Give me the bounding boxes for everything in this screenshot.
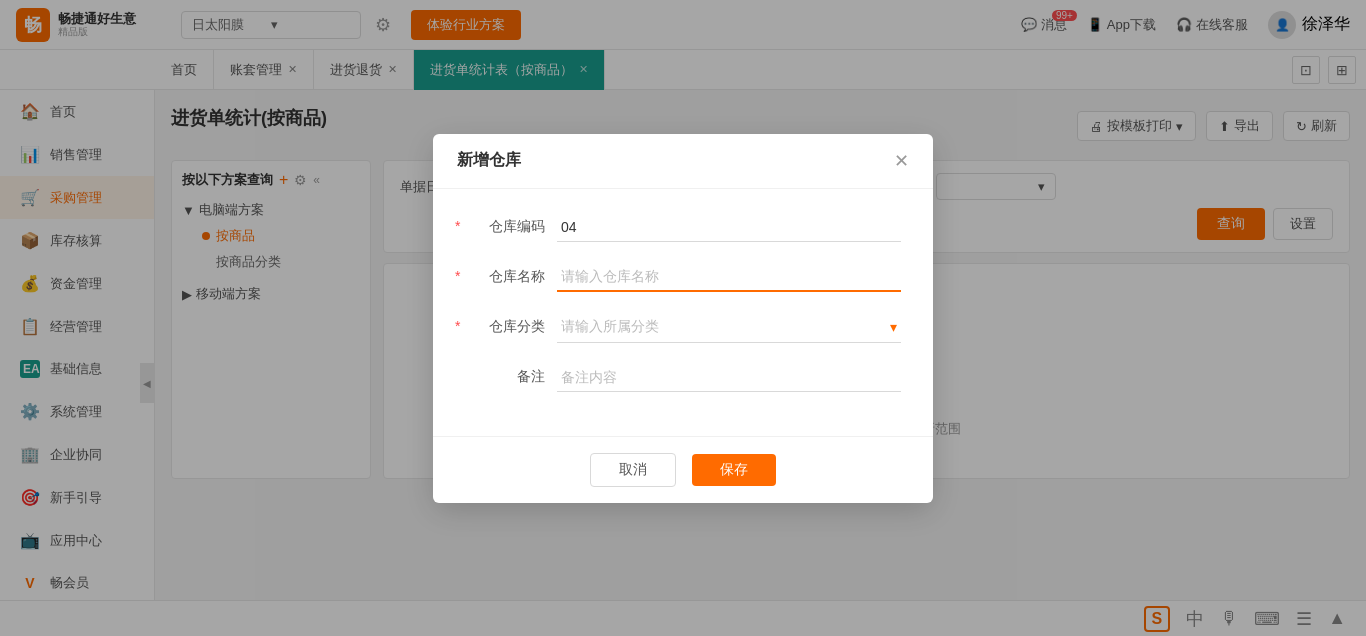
code-input[interactable]: [557, 213, 901, 242]
form-row-code: 仓库编码: [465, 213, 901, 242]
modal-body: 仓库编码 仓库名称 仓库分类 请输入所属分类 ▾ 备注: [433, 189, 933, 436]
category-select[interactable]: 请输入所属分类 ▾: [557, 312, 901, 343]
note-input[interactable]: [557, 363, 901, 392]
cancel-button[interactable]: 取消: [590, 453, 676, 487]
chevron-down-icon: ▾: [890, 319, 897, 335]
save-button[interactable]: 保存: [692, 454, 776, 486]
modal-overlay: 新增仓库 ✕ 仓库编码 仓库名称 仓库分类 请输入所属分类 ▾ 备注: [0, 0, 1366, 636]
modal-title: 新增仓库: [457, 150, 521, 171]
form-row-category: 仓库分类 请输入所属分类 ▾: [465, 312, 901, 343]
modal-header: 新增仓库 ✕: [433, 134, 933, 189]
note-label: 备注: [465, 368, 545, 386]
modal-footer: 取消 保存: [433, 436, 933, 503]
code-label: 仓库编码: [465, 218, 545, 236]
form-row-name: 仓库名称: [465, 262, 901, 292]
name-label: 仓库名称: [465, 268, 545, 286]
add-warehouse-modal: 新增仓库 ✕ 仓库编码 仓库名称 仓库分类 请输入所属分类 ▾ 备注: [433, 134, 933, 503]
modal-close-button[interactable]: ✕: [894, 150, 909, 172]
form-row-note: 备注: [465, 363, 901, 392]
category-label: 仓库分类: [465, 318, 545, 336]
category-placeholder: 请输入所属分类: [561, 318, 659, 336]
name-input[interactable]: [557, 262, 901, 292]
